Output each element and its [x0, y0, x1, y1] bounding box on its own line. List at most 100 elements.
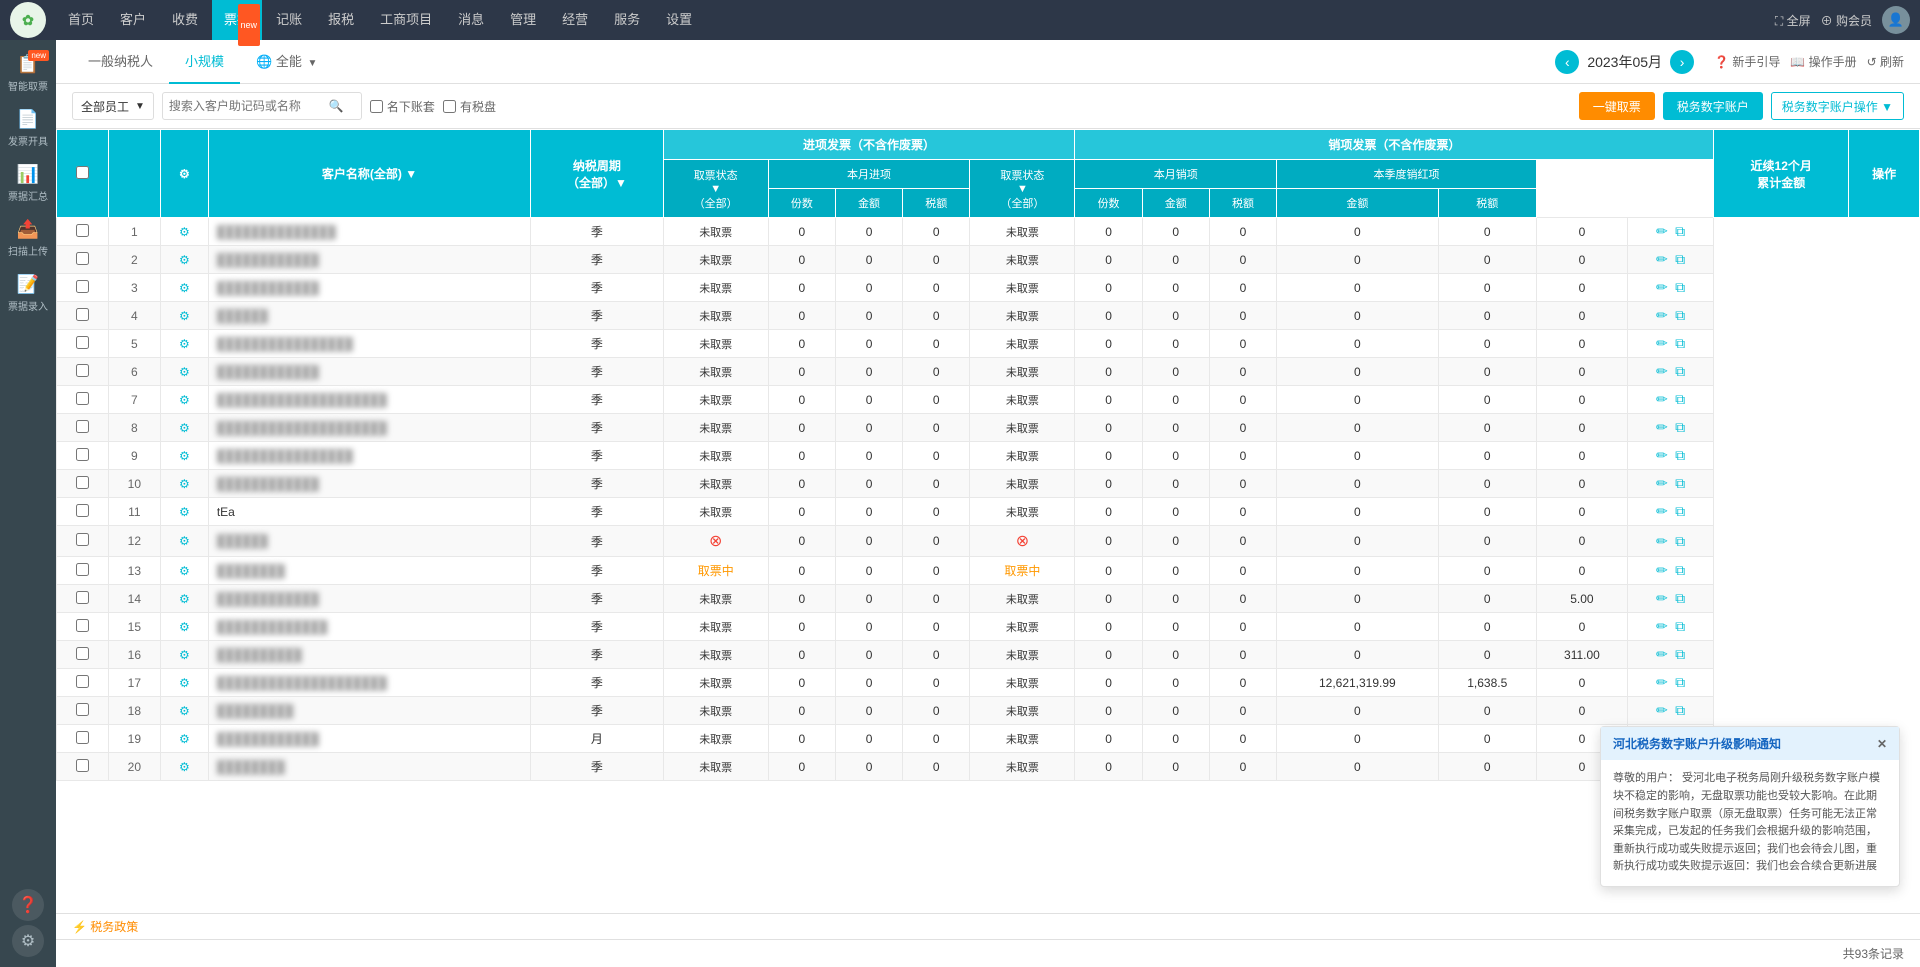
row-settings-icon[interactable]: ⚙ — [179, 732, 190, 746]
copy-icon[interactable]: ⧉ — [1675, 475, 1685, 491]
edit-icon[interactable]: ✏ — [1656, 618, 1668, 634]
row-checkbox[interactable] — [76, 759, 89, 772]
row-settings-cell[interactable]: ⚙ — [161, 246, 209, 274]
row-checkbox-cell[interactable] — [57, 697, 109, 725]
row-checkbox[interactable] — [76, 647, 89, 660]
row-settings-icon[interactable]: ⚙ — [179, 564, 190, 578]
row-checkbox[interactable] — [76, 504, 89, 517]
row-checkbox[interactable] — [76, 336, 89, 349]
search-icon[interactable]: 🔍 — [329, 99, 344, 113]
nav-message[interactable]: 消息 — [446, 0, 496, 40]
nav-manage[interactable]: 管理 — [498, 0, 548, 40]
edit-icon[interactable]: ✏ — [1656, 447, 1668, 463]
settings-button[interactable]: ⚙ — [12, 925, 44, 957]
row-checkbox[interactable] — [76, 619, 89, 632]
row-settings-cell[interactable]: ⚙ — [161, 358, 209, 386]
tab-general-taxpayer[interactable]: 一般纳税人 — [72, 40, 169, 84]
nav-settings[interactable]: 设置 — [654, 0, 704, 40]
row-checkbox[interactable] — [76, 280, 89, 293]
copy-icon[interactable]: ⧉ — [1675, 363, 1685, 379]
row-checkbox-cell[interactable] — [57, 246, 109, 274]
row-checkbox-cell[interactable] — [57, 414, 109, 442]
row-checkbox[interactable] — [76, 252, 89, 265]
row-checkbox[interactable] — [76, 563, 89, 576]
row-settings-cell[interactable]: ⚙ — [161, 613, 209, 641]
row-settings-cell[interactable]: ⚙ — [161, 442, 209, 470]
tax-digital-account-ops-button[interactable]: 税务数字账户操作 ▼ — [1771, 92, 1904, 120]
row-checkbox[interactable] — [76, 420, 89, 433]
row-settings-cell[interactable]: ⚙ — [161, 697, 209, 725]
search-box[interactable]: 🔍 — [162, 92, 362, 120]
row-settings-icon[interactable]: ⚙ — [179, 620, 190, 634]
row-settings-icon[interactable]: ⚙ — [179, 253, 190, 267]
tax-period-column-header[interactable]: 纳税周期（全部）▼ — [531, 130, 663, 218]
row-settings-icon[interactable]: ⚙ — [179, 281, 190, 295]
edit-icon[interactable]: ✏ — [1656, 391, 1668, 407]
row-settings-cell[interactable]: ⚙ — [161, 274, 209, 302]
row-checkbox[interactable] — [76, 224, 89, 237]
row-checkbox-cell[interactable] — [57, 725, 109, 753]
row-checkbox-cell[interactable] — [57, 526, 109, 557]
copy-icon[interactable]: ⧉ — [1675, 590, 1685, 606]
row-settings-cell[interactable]: ⚙ — [161, 641, 209, 669]
row-settings-cell[interactable]: ⚙ — [161, 386, 209, 414]
row-settings-icon[interactable]: ⚙ — [179, 309, 190, 323]
fullscreen-button[interactable]: ⛶ 全屏 — [1775, 12, 1811, 29]
employee-filter[interactable]: 全部员工 ▼ — [72, 92, 154, 120]
period-next-button[interactable]: › — [1670, 50, 1694, 74]
nav-business[interactable]: 工商项目 — [368, 0, 444, 40]
row-settings-icon[interactable]: ⚙ — [179, 704, 190, 718]
row-settings-icon[interactable]: ⚙ — [179, 676, 190, 690]
row-checkbox[interactable] — [76, 364, 89, 377]
row-settings-cell[interactable]: ⚙ — [161, 414, 209, 442]
nav-home[interactable]: 首页 — [56, 0, 106, 40]
row-settings-icon[interactable]: ⚙ — [179, 449, 190, 463]
copy-icon[interactable]: ⧉ — [1675, 674, 1685, 690]
row-settings-cell[interactable]: ⚙ — [161, 470, 209, 498]
row-settings-icon[interactable]: ⚙ — [179, 421, 190, 435]
row-checkbox-cell[interactable] — [57, 442, 109, 470]
row-settings-icon[interactable]: ⚙ — [179, 505, 190, 519]
sidebar-item-invoice-open[interactable]: 📄 发票开具 — [3, 103, 53, 154]
row-checkbox[interactable] — [76, 533, 89, 546]
nav-operation[interactable]: 经营 — [550, 0, 600, 40]
edit-icon[interactable]: ✏ — [1656, 590, 1668, 606]
help-button[interactable]: ❓ — [12, 889, 44, 921]
row-checkbox[interactable] — [76, 591, 89, 604]
edit-icon[interactable]: ✏ — [1656, 646, 1668, 662]
copy-icon[interactable]: ⧉ — [1675, 307, 1685, 323]
copy-icon[interactable]: ⧉ — [1675, 279, 1685, 295]
row-checkbox-cell[interactable] — [57, 302, 109, 330]
edit-icon[interactable]: ✏ — [1656, 363, 1668, 379]
manual-button[interactable]: 📖 操作手册 — [1790, 53, 1856, 70]
row-checkbox-cell[interactable] — [57, 358, 109, 386]
row-settings-cell[interactable]: ⚙ — [161, 218, 209, 246]
row-settings-cell[interactable]: ⚙ — [161, 526, 209, 557]
row-settings-cell[interactable]: ⚙ — [161, 302, 209, 330]
copy-icon[interactable]: ⧉ — [1675, 533, 1685, 549]
refresh-button[interactable]: ↺ 刷新 — [1867, 53, 1904, 70]
row-checkbox-cell[interactable] — [57, 470, 109, 498]
row-settings-icon[interactable]: ⚙ — [179, 760, 190, 774]
row-checkbox[interactable] — [76, 476, 89, 489]
app-logo[interactable]: ✿ — [10, 2, 46, 38]
row-checkbox-cell[interactable] — [57, 753, 109, 781]
row-checkbox-cell[interactable] — [57, 669, 109, 697]
row-settings-icon[interactable]: ⚙ — [179, 225, 190, 239]
edit-icon[interactable]: ✏ — [1656, 503, 1668, 519]
row-settings-cell[interactable]: ⚙ — [161, 498, 209, 526]
nav-service[interactable]: 服务 — [602, 0, 652, 40]
row-checkbox[interactable] — [76, 731, 89, 744]
tax-digital-account-button[interactable]: 税务数字账户 — [1663, 92, 1763, 120]
copy-icon[interactable]: ⧉ — [1675, 447, 1685, 463]
copy-icon[interactable]: ⧉ — [1675, 562, 1685, 578]
row-checkbox[interactable] — [76, 675, 89, 688]
edit-icon[interactable]: ✏ — [1656, 533, 1668, 549]
nav-customer[interactable]: 客户 — [108, 0, 158, 40]
row-checkbox[interactable] — [76, 392, 89, 405]
edit-icon[interactable]: ✏ — [1656, 419, 1668, 435]
nav-tax[interactable]: 报税 — [316, 0, 366, 40]
copy-icon[interactable]: ⧉ — [1675, 702, 1685, 718]
user-avatar[interactable]: 👤 — [1882, 6, 1910, 34]
row-settings-cell[interactable]: ⚙ — [161, 725, 209, 753]
